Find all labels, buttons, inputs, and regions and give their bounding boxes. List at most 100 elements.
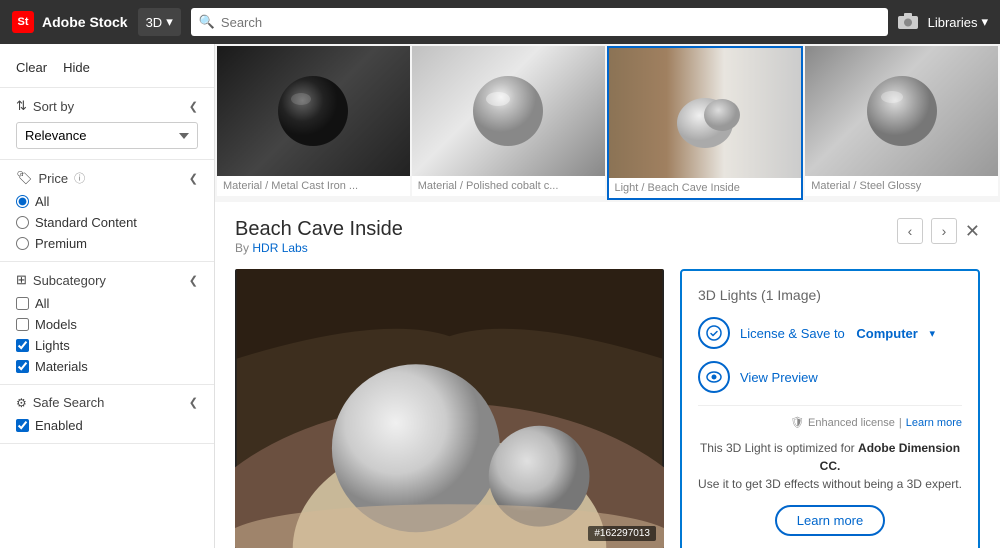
cave-preview-svg [235, 269, 664, 548]
price-premium-label: Premium [35, 236, 87, 251]
thumbnail-3-image [609, 48, 802, 178]
subcategory-models-label: Models [35, 317, 77, 332]
file-number-badge: #162297013 [588, 526, 656, 541]
eye-svg-icon [706, 369, 722, 385]
subcategory-lights-item[interactable]: Lights [16, 338, 198, 353]
price-section: 🏷 Price ⓘ ❮ All Standard Content Premium [0, 160, 214, 262]
subcategory-all-checkbox[interactable] [16, 297, 29, 310]
price-premium-item[interactable]: Premium [16, 236, 198, 251]
enhanced-license-notice: 🛡 Enhanced license | Learn more [698, 405, 962, 429]
safe-search-label: Safe Search [33, 395, 105, 410]
app-header: St Adobe Stock 3D ▾ 🔍 Libraries ▾ [0, 0, 1000, 44]
detail-header: Beach Cave Inside By HDR Labs ‹ › ✕ [235, 218, 980, 267]
clear-button[interactable]: Clear [16, 60, 47, 75]
close-detail-button[interactable]: ✕ [965, 221, 980, 242]
license-save-button[interactable]: License & Save to Computer ▾ [698, 317, 962, 349]
learn-more-button[interactable]: Learn more [775, 505, 885, 536]
prev-button[interactable]: ‹ [897, 218, 923, 244]
subcategory-materials-checkbox[interactable] [16, 360, 29, 373]
camera-search-button[interactable] [898, 13, 918, 32]
view-preview-icon [698, 361, 730, 393]
license-panel-title: 3D Lights (1 Image) [698, 287, 962, 303]
subcategory-section: ⊞ Subcategory ❮ All Models Lights [0, 262, 214, 385]
detail-title-block: Beach Cave Inside By HDR Labs [235, 218, 403, 267]
price-standard-item[interactable]: Standard Content [16, 215, 198, 230]
license-svg-icon [706, 325, 722, 341]
learn-more-link[interactable]: Learn more [906, 417, 962, 429]
subcategory-materials-label: Materials [35, 359, 88, 374]
detail-author-link[interactable]: HDR Labs [252, 241, 307, 255]
thumbnail-1-label: Material / Metal Cast Iron ... [217, 176, 410, 196]
thumbnail-4-label: Material / Steel Glossy [805, 176, 998, 196]
thumbnails-row: Material / Metal Cast Iron ... Material … [215, 44, 1000, 202]
subcategory-checkbox-group: All Models Lights Materials [16, 296, 198, 374]
safe-search-chevron-icon: ❮ [189, 396, 198, 409]
subcategory-label: Subcategory [33, 273, 106, 288]
detail-preview: #162297013 FILE #: 162297013 🔍 Find Simi… [235, 269, 664, 548]
safe-search-enabled-item[interactable]: Enabled [16, 418, 198, 433]
safe-search-checkbox-group: Enabled [16, 418, 198, 433]
safe-search-header[interactable]: ⚙ Safe Search ❮ [16, 395, 198, 410]
subcategory-chevron-icon: ❮ [189, 274, 198, 287]
shield-small-icon: 🛡 [790, 416, 804, 429]
libraries-button[interactable]: Libraries ▾ [928, 14, 988, 30]
preview-image-container: #162297013 [235, 269, 664, 548]
sidebar-actions: Clear Hide [0, 52, 214, 88]
search-icon: 🔍 [199, 14, 215, 30]
price-info-icon: ⓘ [74, 170, 85, 186]
thumbnail-2-label: Material / Polished cobalt c... [412, 176, 605, 196]
description-text: This 3D Light is optimized for Adobe Dim… [698, 439, 962, 493]
price-label: Price [39, 171, 69, 186]
subcategory-models-item[interactable]: Models [16, 317, 198, 332]
main-layout: Clear Hide ⇅ Sort by ❮ Relevance Newest … [0, 44, 1000, 548]
sort-by-label: Sort by [33, 99, 74, 114]
detail-title: Beach Cave Inside [235, 218, 403, 241]
chevron-down-icon: ▾ [166, 14, 173, 30]
sort-by-section: ⇅ Sort by ❮ Relevance Newest Undiscovere… [0, 88, 214, 160]
price-radio-group: All Standard Content Premium [16, 194, 198, 251]
thumbnail-2[interactable]: Material / Polished cobalt c... [412, 46, 605, 200]
price-all-radio[interactable] [16, 195, 29, 208]
price-header[interactable]: 🏷 Price ⓘ ❮ [16, 170, 198, 186]
libraries-chevron-icon: ▾ [981, 14, 988, 30]
thumbnail-3[interactable]: Light / Beach Cave Inside [607, 46, 804, 200]
subcategory-materials-item[interactable]: Materials [16, 359, 198, 374]
license-icon [698, 317, 730, 349]
price-premium-radio[interactable] [16, 237, 29, 250]
sidebar: Clear Hide ⇅ Sort by ❮ Relevance Newest … [0, 44, 215, 548]
view-preview-button[interactable]: View Preview [698, 361, 962, 393]
subcategory-header[interactable]: ⊞ Subcategory ❮ [16, 272, 198, 288]
thumbnail-1-image [217, 46, 410, 176]
subcategory-all-item[interactable]: All [16, 296, 198, 311]
detail-panel: Beach Cave Inside By HDR Labs ‹ › ✕ [215, 202, 1000, 548]
thumbnail-3-label: Light / Beach Cave Inside [609, 178, 802, 198]
logo-text: Adobe Stock [42, 14, 128, 30]
hide-button[interactable]: Hide [63, 60, 90, 75]
thumbnail-4[interactable]: Material / Steel Glossy [805, 46, 998, 200]
price-standard-radio[interactable] [16, 216, 29, 229]
category-selector[interactable]: 3D ▾ [138, 8, 181, 36]
sort-by-dropdown[interactable]: Relevance Newest Undiscovered [16, 122, 198, 149]
price-chevron-icon: ❮ [189, 172, 198, 185]
grid-icon: ⊞ [16, 272, 27, 288]
detail-author: By HDR Labs [235, 241, 403, 255]
thumbnail-1[interactable]: Material / Metal Cast Iron ... [217, 46, 410, 200]
adobe-icon: St [12, 11, 34, 33]
search-bar: 🔍 [191, 8, 888, 36]
safe-search-checkbox[interactable] [16, 419, 29, 432]
subcategory-all-label: All [35, 296, 49, 311]
logo: St Adobe Stock [12, 11, 128, 33]
subcategory-models-checkbox[interactable] [16, 318, 29, 331]
price-standard-label: Standard Content [35, 215, 137, 230]
safe-search-section: ⚙ Safe Search ❮ Enabled [0, 385, 214, 444]
sort-by-header[interactable]: ⇅ Sort by ❮ [16, 98, 198, 114]
subcategory-lights-label: Lights [35, 338, 70, 353]
search-input[interactable] [221, 15, 880, 30]
price-all-item[interactable]: All [16, 194, 198, 209]
license-dropdown-icon: ▾ [929, 327, 935, 340]
next-button[interactable]: › [931, 218, 957, 244]
sort-by-chevron-icon: ❮ [189, 100, 198, 113]
subcategory-lights-checkbox[interactable] [16, 339, 29, 352]
thumbnail-4-image [805, 46, 998, 176]
license-panel: 3D Lights (1 Image) License & Save to Co… [680, 269, 980, 548]
